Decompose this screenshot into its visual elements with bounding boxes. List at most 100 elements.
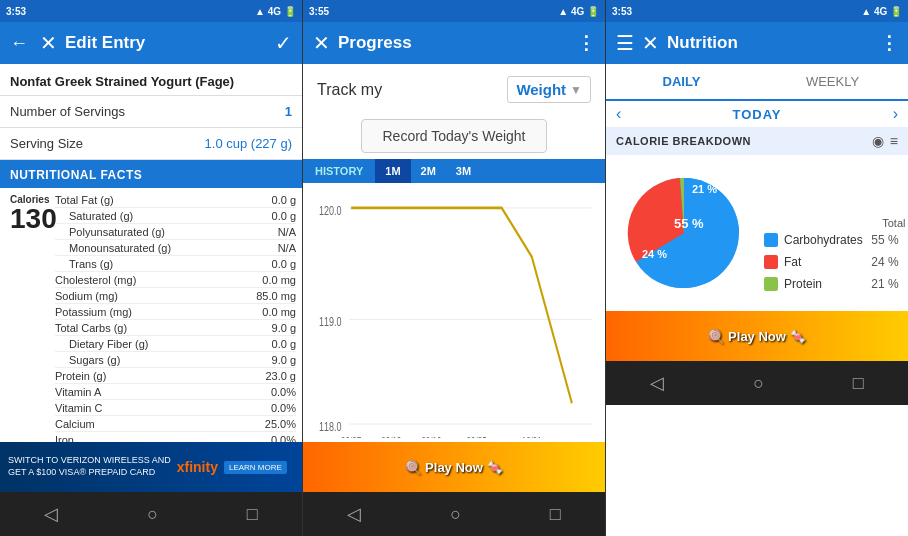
- nutrient-name: Saturated (g): [55, 210, 133, 222]
- tab-3m[interactable]: 3M: [446, 159, 481, 183]
- nutrient-row: Potassium (mg) 0.0 mg: [55, 304, 296, 320]
- nutrient-row: Polyunsaturated (g)N/A: [55, 224, 296, 240]
- nutrients-block: Total Fat (g)0.0 g Saturated (g) 0.0 g Poly…: [55, 188, 302, 442]
- nutrient-name: Vitamin A: [55, 386, 101, 398]
- pie-chart-icon[interactable]: ◉: [872, 133, 884, 149]
- nav-back-2[interactable]: ◁: [347, 503, 361, 525]
- nutrient-value: 0.0 mg: [262, 274, 296, 286]
- nutrient-name: Protein (g): [55, 370, 106, 382]
- nav-bar-2: ◁ ○ □: [303, 492, 605, 536]
- nutrient-value: 0.0 mg: [262, 306, 296, 318]
- nutrient-row: Saturated (g) 0.0 g: [55, 208, 296, 224]
- progress-panel: 3:55 ▲ 4G 🔋 ✕ Progress ⋮ Track my Weight…: [302, 0, 605, 536]
- nutrient-row: Protein (g)23.0 g: [55, 368, 296, 384]
- calorie-breakdown-header: CALORIE BREAKDOWN ◉ ≡: [606, 127, 908, 155]
- list-view-icon[interactable]: ≡: [890, 133, 898, 149]
- nutrient-name: Potassium (mg): [55, 306, 132, 318]
- svg-text:24 %: 24 %: [642, 248, 667, 260]
- progress-title: Progress: [338, 33, 569, 53]
- nutrient-value: 9.0 g: [272, 354, 296, 366]
- nav-recent-2[interactable]: □: [550, 504, 561, 525]
- nutrient-row: Total Carbs (g)9.0 g: [55, 320, 296, 336]
- nav-back-1[interactable]: ◁: [44, 503, 58, 525]
- nutrient-name: Polyunsaturated (g): [55, 226, 165, 238]
- nutrient-name: Trans (g): [55, 258, 113, 270]
- fat-dot: [764, 255, 778, 269]
- svg-text:118.0: 118.0: [319, 420, 342, 434]
- edit-entry-panel: 3:53 ▲ 4G 🔋 ← ✕ Edit Entry ✓ Nonfat Gree…: [0, 0, 302, 536]
- nav-back-3[interactable]: ◁: [650, 372, 664, 394]
- nav-home-1[interactable]: ○: [147, 504, 158, 525]
- nutrient-value: 0.0 g: [272, 210, 296, 222]
- nutrient-name: Vitamin C: [55, 402, 102, 414]
- ad-button[interactable]: LEARN MORE: [224, 461, 287, 474]
- nav-home-2[interactable]: ○: [450, 504, 461, 525]
- status-bar-right-2: ▲ 4G 🔋: [558, 6, 599, 17]
- legend-carbs: Carbohydrates 55 % 55 %: [764, 233, 908, 247]
- carbs-total: 55 %: [869, 233, 899, 247]
- ad-line2: GET A $100 VISA® PREPAID CARD: [8, 467, 171, 479]
- nutrient-row: Monounsaturated (g)N/A: [55, 240, 296, 256]
- ad-content-1: SWITCH TO VERIZON WIRELESS AND GET A $10…: [0, 442, 302, 492]
- nutrient-row: Calcium25.0%: [55, 416, 296, 432]
- candy-ad-3: 🍭 Play Now 🍬: [606, 311, 908, 361]
- tab-weekly[interactable]: WEEKLY: [757, 64, 908, 99]
- prev-day-arrow[interactable]: ‹: [616, 105, 621, 123]
- calorie-content: 55 % 24 % 21 % Total Goal Carbohydrates …: [606, 155, 908, 311]
- legend-fat: Fat 24 % 30 %: [764, 255, 908, 269]
- serving-size-value[interactable]: 1.0 cup (227 g): [205, 136, 292, 151]
- track-my-value: Weight: [516, 81, 566, 98]
- tab-2m[interactable]: 2M: [411, 159, 446, 183]
- nutrient-value: 0.0%: [271, 402, 296, 414]
- page-title: Edit Entry: [65, 33, 267, 53]
- status-time-3: 3:53: [612, 6, 632, 17]
- ad-line1: SWITCH TO VERIZON WIRELESS AND: [8, 455, 171, 467]
- menu-icon-3[interactable]: ☰: [616, 31, 634, 55]
- svg-text:21 %: 21 %: [692, 183, 717, 195]
- servings-value[interactable]: 1: [285, 104, 292, 119]
- nutrient-name: Total Carbs (g): [55, 322, 127, 334]
- nav-recent-1[interactable]: □: [247, 504, 258, 525]
- carbs-values: 55 % 55 %: [869, 233, 908, 247]
- nutrition-main-row: Calories 130 Total Fat (g)0.0 gSaturated…: [0, 188, 302, 442]
- carbs-label: Carbohydrates: [784, 233, 863, 247]
- nav-bar-3: ◁ ○ □: [606, 361, 908, 405]
- protein-dot: [764, 277, 778, 291]
- menu-button-3[interactable]: ⋮: [880, 32, 898, 54]
- svg-text:120.0: 120.0: [319, 203, 342, 217]
- nutrition-panel: 3:53 ▲ 4G 🔋 ☰ ✕ Nutrition ⋮ DAILY WEEKLY…: [605, 0, 908, 536]
- svg-text:10/01: 10/01: [522, 435, 542, 438]
- weight-chart: 120.0 119.0 118.0 09/07 09/13 09/19 09/2…: [311, 187, 597, 438]
- nutrient-name: Monounsaturated (g): [55, 242, 171, 254]
- status-signal-3: ▲ 4G 🔋: [861, 6, 902, 17]
- candy-text-2: 🍭 Play Now 🍬: [405, 460, 502, 475]
- next-day-arrow[interactable]: ›: [893, 105, 898, 123]
- history-label: HISTORY: [303, 159, 375, 183]
- check-button[interactable]: ✓: [275, 31, 292, 55]
- record-btn-area: Record Today's Weight: [303, 113, 605, 159]
- back-button[interactable]: ←: [10, 33, 28, 54]
- track-my-row: Track my Weight ▼: [303, 64, 605, 113]
- nutrient-value: 0.0%: [271, 434, 296, 443]
- track-my-select[interactable]: Weight ▼: [507, 76, 591, 103]
- menu-button-2[interactable]: ⋮: [577, 32, 595, 54]
- ad-text-1: SWITCH TO VERIZON WIRELESS AND GET A $10…: [8, 455, 171, 478]
- nutritional-facts-label: NUTRITIONAL FACTS: [10, 168, 142, 182]
- status-battery-1: 🔋: [284, 6, 296, 17]
- nutrient-row: Total Fat (g)0.0 g: [55, 192, 296, 208]
- protein-total: 21 %: [869, 277, 899, 291]
- nav-home-3[interactable]: ○: [753, 373, 764, 394]
- nav-recent-3[interactable]: □: [853, 373, 864, 394]
- dropdown-arrow: ▼: [570, 83, 582, 97]
- tab-daily[interactable]: DAILY: [606, 64, 757, 101]
- svg-text:55 %: 55 %: [674, 216, 704, 231]
- tab-1m[interactable]: 1M: [375, 159, 410, 183]
- nutrient-row: Cholesterol (mg)0.0 mg: [55, 272, 296, 288]
- calorie-breakdown-label: CALORIE BREAKDOWN: [616, 135, 751, 147]
- nutrient-value: 85.0 mg: [256, 290, 296, 302]
- status-bar-right-1: ▲ 4G 🔋: [255, 6, 296, 17]
- serving-size-label: Serving Size: [10, 136, 83, 151]
- nutrition-title: Nutrition: [667, 33, 872, 53]
- nav-bar-1: ◁ ○ □: [0, 492, 302, 536]
- record-weight-button[interactable]: Record Today's Weight: [361, 119, 546, 153]
